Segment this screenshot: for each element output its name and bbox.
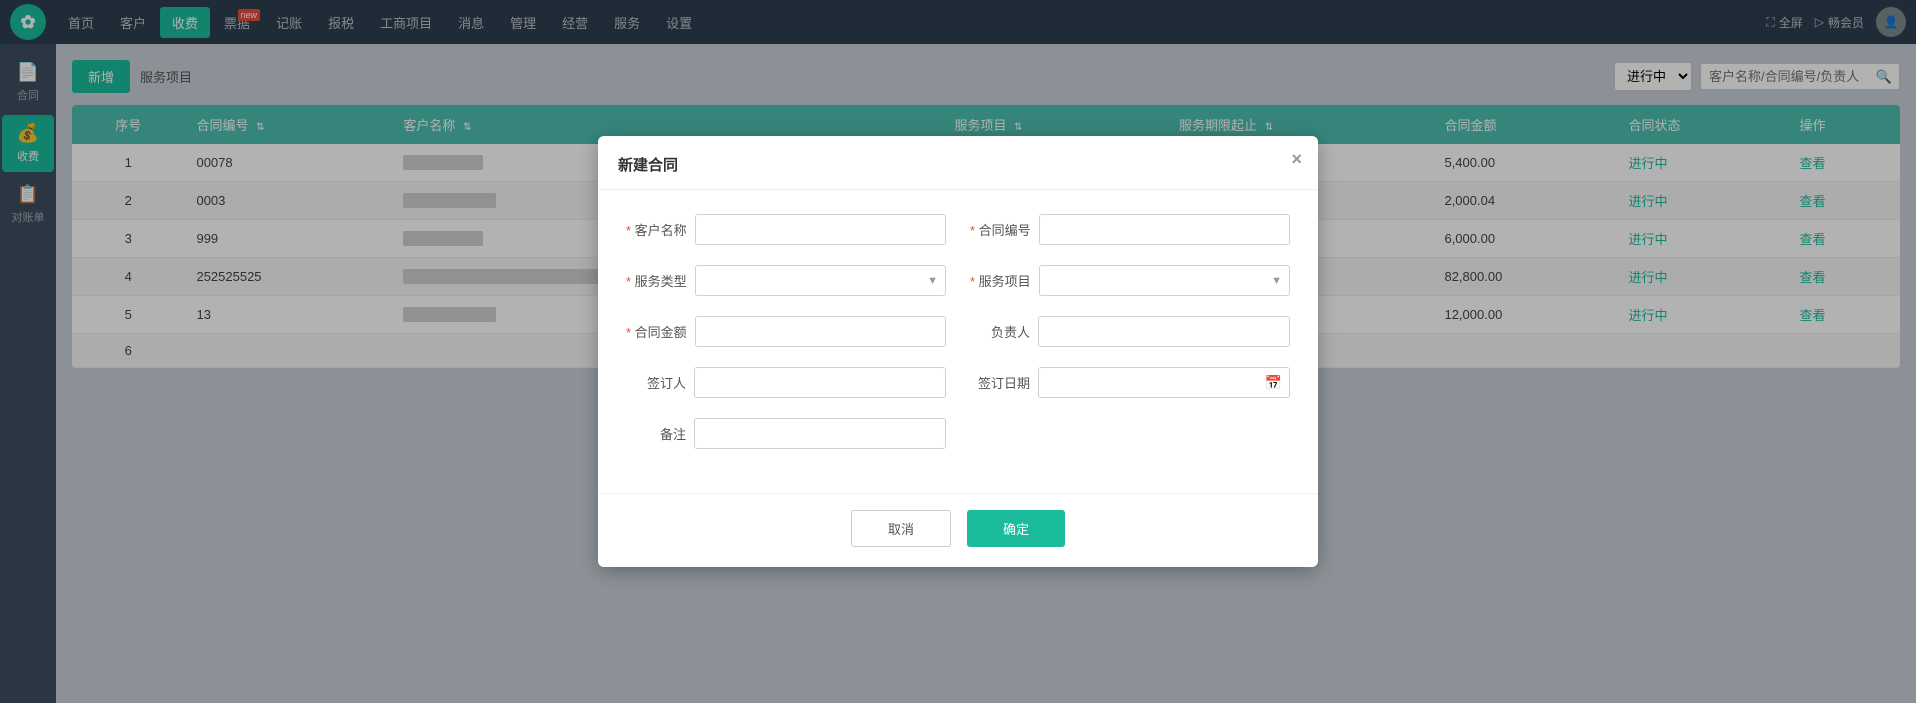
form-row-2: 服务类型 ▼ 服务项目 ▼ <box>626 265 1290 296</box>
service-type-wrapper: ▼ <box>695 265 946 296</box>
service-item-wrapper: ▼ <box>1039 265 1290 296</box>
calendar-icon[interactable]: 📅 <box>1265 374 1282 391</box>
label-signer: 签订人 <box>626 373 686 392</box>
label-responsible: 负责人 <box>970 322 1030 341</box>
field-service-item: 服务项目 ▼ <box>970 265 1290 296</box>
field-amount: 合同金额 0.00 <box>626 316 946 347</box>
modal-close-button[interactable]: × <box>1291 150 1302 168</box>
input-responsible[interactable] <box>1038 316 1290 347</box>
select-service-type[interactable] <box>695 265 946 296</box>
field-signer: 签订人 <box>626 367 946 398</box>
confirm-button[interactable]: 确定 <box>967 510 1065 547</box>
input-amount[interactable]: 0.00 <box>695 316 946 347</box>
sign-date-wrapper: 2023-06-06 📅 <box>1038 367 1290 398</box>
modal-header: 新建合同 × <box>598 136 1318 190</box>
form-row-1: 客户名称 合同编号 <box>626 214 1290 245</box>
form-row-4: 签订人 签订日期 2023-06-06 📅 <box>626 367 1290 398</box>
field-contract-no: 合同编号 <box>970 214 1290 245</box>
label-amount: 合同金额 <box>626 322 687 341</box>
label-contract-no: 合同编号 <box>970 220 1031 239</box>
field-responsible: 负责人 <box>970 316 1290 347</box>
form-row-3: 合同金额 0.00 负责人 <box>626 316 1290 347</box>
label-service-type: 服务类型 <box>626 271 687 290</box>
modal-title: 新建合同 <box>618 157 678 174</box>
field-service-type: 服务类型 ▼ <box>626 265 946 296</box>
new-contract-modal: 新建合同 × 客户名称 合同编号 服务类型 <box>598 136 1318 567</box>
field-note: 备注 <box>626 418 946 449</box>
label-customer: 客户名称 <box>626 220 687 239</box>
form-row-5: 备注 <box>626 418 1290 449</box>
field-customer: 客户名称 <box>626 214 946 245</box>
input-customer[interactable] <box>695 214 946 245</box>
label-sign-date: 签订日期 <box>970 373 1030 392</box>
modal-body: 客户名称 合同编号 服务类型 ▼ 服务项目 <box>598 190 1318 493</box>
cancel-button[interactable]: 取消 <box>851 510 951 547</box>
input-sign-date[interactable]: 2023-06-06 <box>1038 367 1290 398</box>
input-contract-no[interactable] <box>1039 214 1290 245</box>
input-signer[interactable] <box>694 367 946 398</box>
modal-overlay[interactable]: 新建合同 × 客户名称 合同编号 服务类型 <box>0 0 1916 703</box>
modal-footer: 取消 确定 <box>598 493 1318 567</box>
select-service-item[interactable] <box>1039 265 1290 296</box>
field-sign-date: 签订日期 2023-06-06 📅 <box>970 367 1290 398</box>
label-note: 备注 <box>626 424 686 443</box>
input-note[interactable] <box>694 418 946 449</box>
label-service-item: 服务项目 <box>970 271 1031 290</box>
